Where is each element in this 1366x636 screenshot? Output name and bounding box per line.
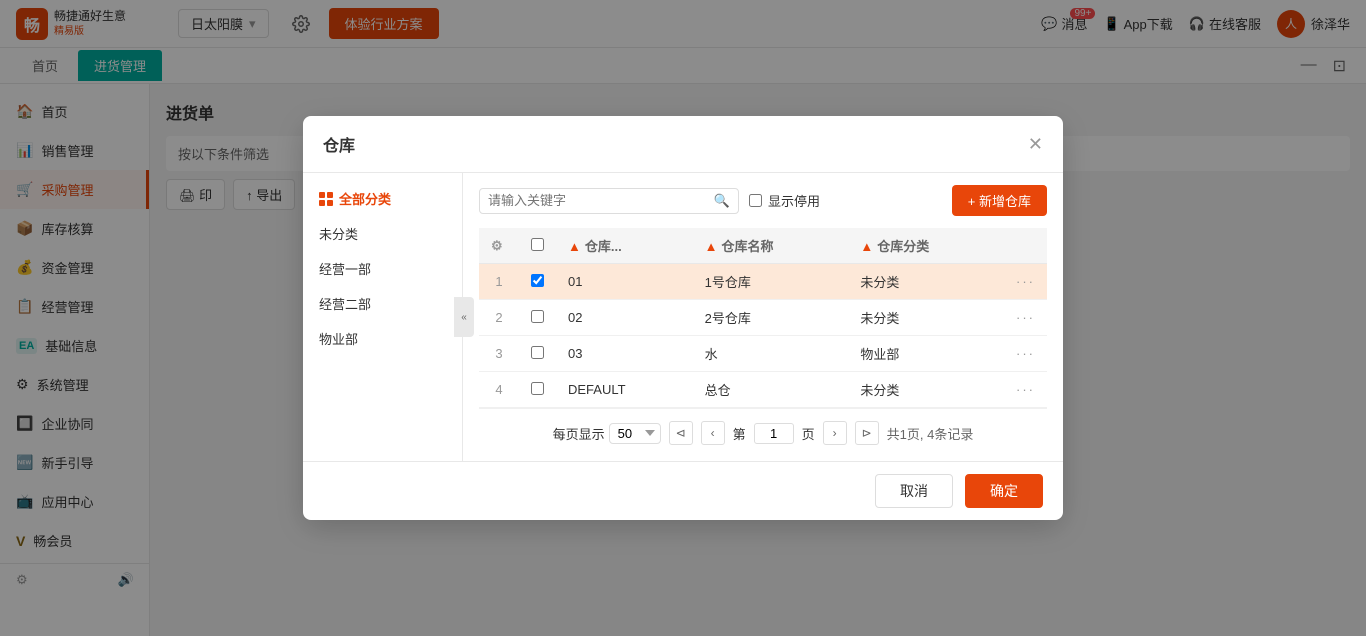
all-categories-item[interactable]: 全部分类: [303, 181, 462, 216]
row-checkbox[interactable]: [519, 372, 556, 408]
modal-header: 仓库 ✕: [303, 116, 1063, 173]
row-category: 未分类: [848, 372, 1004, 408]
first-page-button[interactable]: ⊲: [669, 421, 693, 445]
add-warehouse-button[interactable]: + 新增仓库: [952, 185, 1047, 216]
search-box: 🔍: [479, 188, 739, 214]
row-category: 未分类: [848, 300, 1004, 336]
modal-body: 全部分类 未分类 经营一部 经营二部 物业部 « 🔍: [303, 173, 1063, 461]
last-page-button[interactable]: ⊳: [855, 421, 879, 445]
row-more[interactable]: ···: [1004, 372, 1047, 408]
warehouse-table: ⚙ ▲仓库... ▲仓库名称: [479, 228, 1047, 408]
category-item-ops1[interactable]: 经营一部: [303, 251, 462, 286]
search-input[interactable]: [488, 193, 708, 208]
col-name: ▲仓库名称: [693, 228, 849, 264]
category-item-ops2[interactable]: 经营二部: [303, 286, 462, 321]
row-num: 1: [479, 264, 519, 300]
modal-toolbar: 🔍 显示停用 + 新增仓库: [479, 185, 1047, 216]
col-category: ▲仓库分类: [848, 228, 1004, 264]
category-item-property[interactable]: 物业部: [303, 321, 462, 356]
show-disabled-checkbox[interactable]: [749, 194, 762, 207]
modal-title: 仓库: [323, 132, 355, 156]
next-page-button[interactable]: ›: [823, 421, 847, 445]
row-code: 03: [556, 336, 693, 372]
row-code: 01: [556, 264, 693, 300]
col-gear: ⚙: [479, 228, 519, 264]
prev-page-button[interactable]: ‹: [701, 421, 725, 445]
row-num: 2: [479, 300, 519, 336]
col-code: ▲仓库...: [556, 228, 693, 264]
row-more[interactable]: ···: [1004, 264, 1047, 300]
row-code: 02: [556, 300, 693, 336]
modal-footer: 取消 确定: [303, 461, 1063, 520]
row-checkbox[interactable]: [519, 336, 556, 372]
col-checkbox: [519, 228, 556, 264]
page-size-section: 每页显示 50 20 100: [553, 423, 661, 444]
category-sidebar: 全部分类 未分类 经营一部 经营二部 物业部 «: [303, 173, 463, 461]
row-name: 水: [693, 336, 849, 372]
collapse-sidebar-button[interactable]: «: [454, 297, 474, 337]
row-checkbox[interactable]: [519, 264, 556, 300]
table-row[interactable]: 1 01 1号仓库 未分类 ···: [479, 264, 1047, 300]
row-category: 未分类: [848, 264, 1004, 300]
row-num: 4: [479, 372, 519, 408]
warehouse-modal: 仓库 ✕ 全部分类 未分类 经营一部 经营二部 物业部 «: [303, 116, 1063, 520]
row-num: 3: [479, 336, 519, 372]
page-number-input[interactable]: [754, 423, 794, 444]
col-actions: [1004, 228, 1047, 264]
row-more[interactable]: ···: [1004, 300, 1047, 336]
row-category: 物业部: [848, 336, 1004, 372]
confirm-button[interactable]: 确定: [965, 474, 1043, 508]
select-all-checkbox[interactable]: [531, 238, 544, 251]
cancel-button[interactable]: 取消: [875, 474, 953, 508]
table-row[interactable]: 2 02 2号仓库 未分类 ···: [479, 300, 1047, 336]
page-label-after: 页: [802, 424, 815, 443]
total-info: 共1页, 4条记录: [887, 424, 974, 443]
page-size-select[interactable]: 50 20 100: [609, 423, 661, 444]
modal-close-button[interactable]: ✕: [1028, 135, 1043, 153]
modal-overlay: 仓库 ✕ 全部分类 未分类 经营一部 经营二部 物业部 «: [0, 0, 1366, 636]
search-icon: 🔍: [714, 193, 730, 209]
row-name: 2号仓库: [693, 300, 849, 336]
table-row[interactable]: 4 DEFAULT 总仓 未分类 ···: [479, 372, 1047, 408]
row-name: 总仓: [693, 372, 849, 408]
pagination: 每页显示 50 20 100 ⊲ ‹ 第 页 › ⊳ 共1页, 4条记录: [479, 408, 1047, 449]
grid-icon: [319, 192, 333, 206]
page-label-before: 第: [733, 424, 746, 443]
row-checkbox[interactable]: [519, 300, 556, 336]
row-name: 1号仓库: [693, 264, 849, 300]
modal-main: 🔍 显示停用 + 新增仓库 ⚙: [463, 173, 1063, 461]
table-row[interactable]: 3 03 水 物业部 ···: [479, 336, 1047, 372]
row-code: DEFAULT: [556, 372, 693, 408]
category-item-uncategorized[interactable]: 未分类: [303, 216, 462, 251]
row-more[interactable]: ···: [1004, 336, 1047, 372]
show-disabled-checkbox-label: 显示停用: [749, 191, 820, 210]
